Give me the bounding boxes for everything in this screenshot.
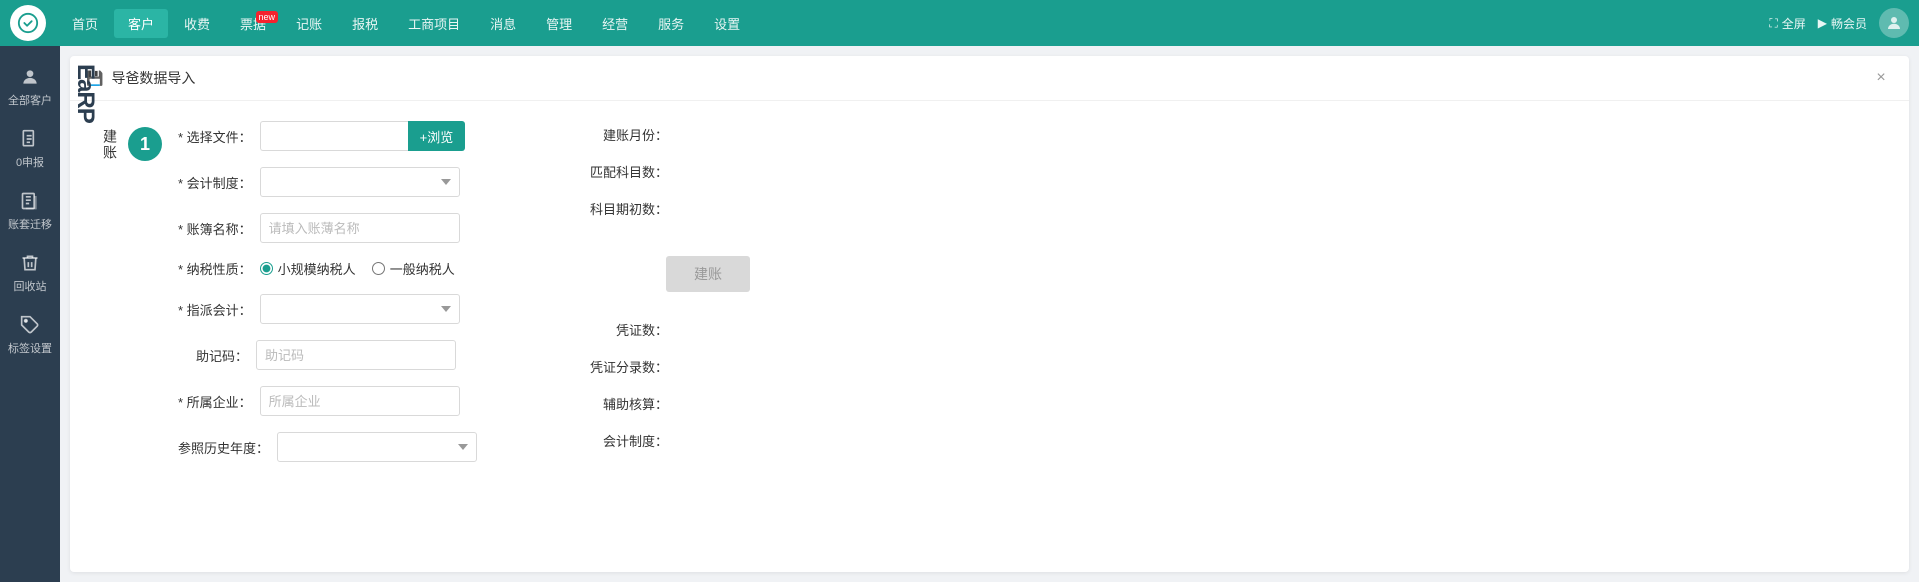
- book-icon: [19, 190, 41, 212]
- nav-item-message[interactable]: 消息: [476, 9, 530, 38]
- nav-item-invoice[interactable]: 票据 new: [226, 9, 280, 38]
- file-text-input[interactable]: [260, 121, 408, 151]
- person-icon: [19, 66, 41, 88]
- nav-right: ⛶ 全屏 ▶ 畅会员: [1769, 8, 1909, 38]
- step-badge: 1: [128, 127, 162, 161]
- history-select[interactable]: [277, 432, 477, 462]
- nav-item-home[interactable]: 首页: [58, 9, 112, 38]
- nav-item-operate[interactable]: 经营: [588, 9, 642, 38]
- tax-radio-group: 小规模纳税人 一般纳税人: [260, 259, 455, 278]
- file-input-wrap: +浏览: [260, 121, 466, 151]
- nav-item-billing[interactable]: 收费: [170, 9, 224, 38]
- logo[interactable]: [10, 5, 46, 41]
- info-label-aux: 辅助核算：: [578, 394, 668, 413]
- main-content: EaRP 💾 导爸数据导入 × 建账 1 * 选择文件：: [60, 46, 1919, 582]
- company-input[interactable]: [260, 386, 460, 416]
- ledger-input[interactable]: [260, 213, 460, 243]
- memo-input[interactable]: [256, 340, 456, 370]
- tax-radio-small-input[interactable]: [260, 262, 273, 275]
- earp-label: EaRP: [71, 64, 99, 123]
- fullscreen-icon: ⛶: [1769, 16, 1777, 31]
- trash-icon: [19, 252, 41, 274]
- tax-label: * 纳税性质：: [178, 259, 252, 278]
- step-label: 建账: [100, 129, 120, 161]
- ledger-row: * 账簿名称：: [178, 213, 538, 243]
- accountant-select[interactable]: [260, 294, 460, 324]
- sidebar: 全部客户 0申报 账套迁移: [0, 46, 60, 582]
- app-body: 全部客户 0申报 账套迁移: [0, 46, 1919, 582]
- company-row: * 所属企业：: [178, 386, 538, 416]
- sidebar-item-migrate[interactable]: 账套迁移: [0, 180, 60, 242]
- memo-row: 助记码：: [178, 340, 538, 370]
- info-label-subjects: 匹配科目数：: [578, 162, 668, 181]
- accounting-select[interactable]: [260, 167, 460, 197]
- fullscreen-btn[interactable]: ⛶ 全屏: [1769, 15, 1805, 32]
- sidebar-item-all-customers[interactable]: 全部客户: [0, 56, 60, 118]
- step-section: 建账 1 * 选择文件： +浏览: [100, 121, 538, 462]
- info-row-month: 建账月份：: [578, 125, 838, 144]
- tax-radio-general[interactable]: 一般纳税人: [372, 259, 455, 278]
- info-label-initial: 科目期初数：: [578, 199, 668, 218]
- sidebar-item-zero-declare[interactable]: 0申报: [0, 118, 60, 180]
- top-nav: 首页 客户 收费 票据 new 记账 报税 工商项目 消息 管理 经营 服务 设…: [0, 0, 1919, 46]
- info-row-initial: 科目期初数：: [578, 199, 838, 218]
- file-row: * 选择文件： +浏览: [178, 121, 538, 151]
- info-row-aux: 辅助核算：: [578, 394, 838, 413]
- info-label-month: 建账月份：: [578, 125, 668, 144]
- tax-radio-small[interactable]: 小规模纳税人: [260, 259, 356, 278]
- history-row: 参照历史年度：: [178, 432, 538, 462]
- sidebar-item-tag-settings[interactable]: 标签设置: [0, 304, 60, 366]
- sidebar-item-trash[interactable]: 回收站: [0, 242, 60, 304]
- close-button[interactable]: ×: [1869, 66, 1893, 90]
- card-title: 导爸数据导入: [111, 68, 195, 88]
- info-row-voucher: 凭证数：: [578, 320, 838, 339]
- nav-item-business[interactable]: 工商项目: [394, 9, 474, 38]
- info-row-entries: 凭证分录数：: [578, 357, 838, 376]
- nav-item-service[interactable]: 服务: [644, 9, 698, 38]
- new-badge: new: [256, 11, 279, 24]
- tax-row: * 纳税性质： 小规模纳税人 一般纳税人: [178, 259, 538, 278]
- memo-label: 助记码：: [178, 346, 248, 365]
- tax-radio-general-input[interactable]: [372, 262, 385, 275]
- build-account-button[interactable]: 建账: [666, 256, 750, 292]
- card-header: 💾 导爸数据导入 ×: [70, 56, 1909, 101]
- accounting-label: * 会计制度：: [178, 173, 252, 192]
- browse-button[interactable]: +浏览: [408, 121, 466, 151]
- nav-item-accounting[interactable]: 记账: [282, 9, 336, 38]
- history-label: 参照历史年度：: [178, 438, 269, 457]
- info-label-system: 会计制度：: [578, 431, 668, 450]
- info-label-voucher: 凭证数：: [578, 320, 668, 339]
- avatar[interactable]: [1879, 8, 1909, 38]
- nav-items: 首页 客户 收费 票据 new 记账 报税 工商项目 消息 管理 经营 服务 设…: [58, 9, 1769, 38]
- form-fields: * 选择文件： +浏览 * 会计制度：: [178, 121, 538, 462]
- nav-item-customer[interactable]: 客户: [114, 9, 168, 38]
- ledger-label: * 账簿名称：: [178, 219, 252, 238]
- nav-item-tax[interactable]: 报税: [338, 9, 392, 38]
- nav-item-settings[interactable]: 设置: [700, 9, 754, 38]
- vip-icon: ▶: [1818, 16, 1827, 30]
- form-body: 建账 1 * 选择文件： +浏览: [70, 101, 1909, 482]
- accountant-row: * 指派会计：: [178, 294, 538, 324]
- file-icon: [19, 128, 41, 150]
- info-panel: 建账月份： 匹配科目数： 科目期初数： 建账 凭证: [578, 121, 838, 462]
- company-label: * 所属企业：: [178, 392, 252, 411]
- info-row-subjects: 匹配科目数：: [578, 162, 838, 181]
- accounting-row: * 会计制度：: [178, 167, 538, 197]
- vip-btn[interactable]: ▶ 畅会员: [1818, 15, 1867, 32]
- tag-icon: [19, 314, 41, 336]
- info-row-system: 会计制度：: [578, 431, 838, 450]
- info-label-entries: 凭证分录数：: [578, 357, 668, 376]
- import-card: EaRP 💾 导爸数据导入 × 建账 1 * 选择文件：: [70, 56, 1909, 572]
- accountant-label: * 指派会计：: [178, 300, 252, 319]
- file-label: * 选择文件：: [178, 127, 252, 146]
- nav-item-manage[interactable]: 管理: [532, 9, 586, 38]
